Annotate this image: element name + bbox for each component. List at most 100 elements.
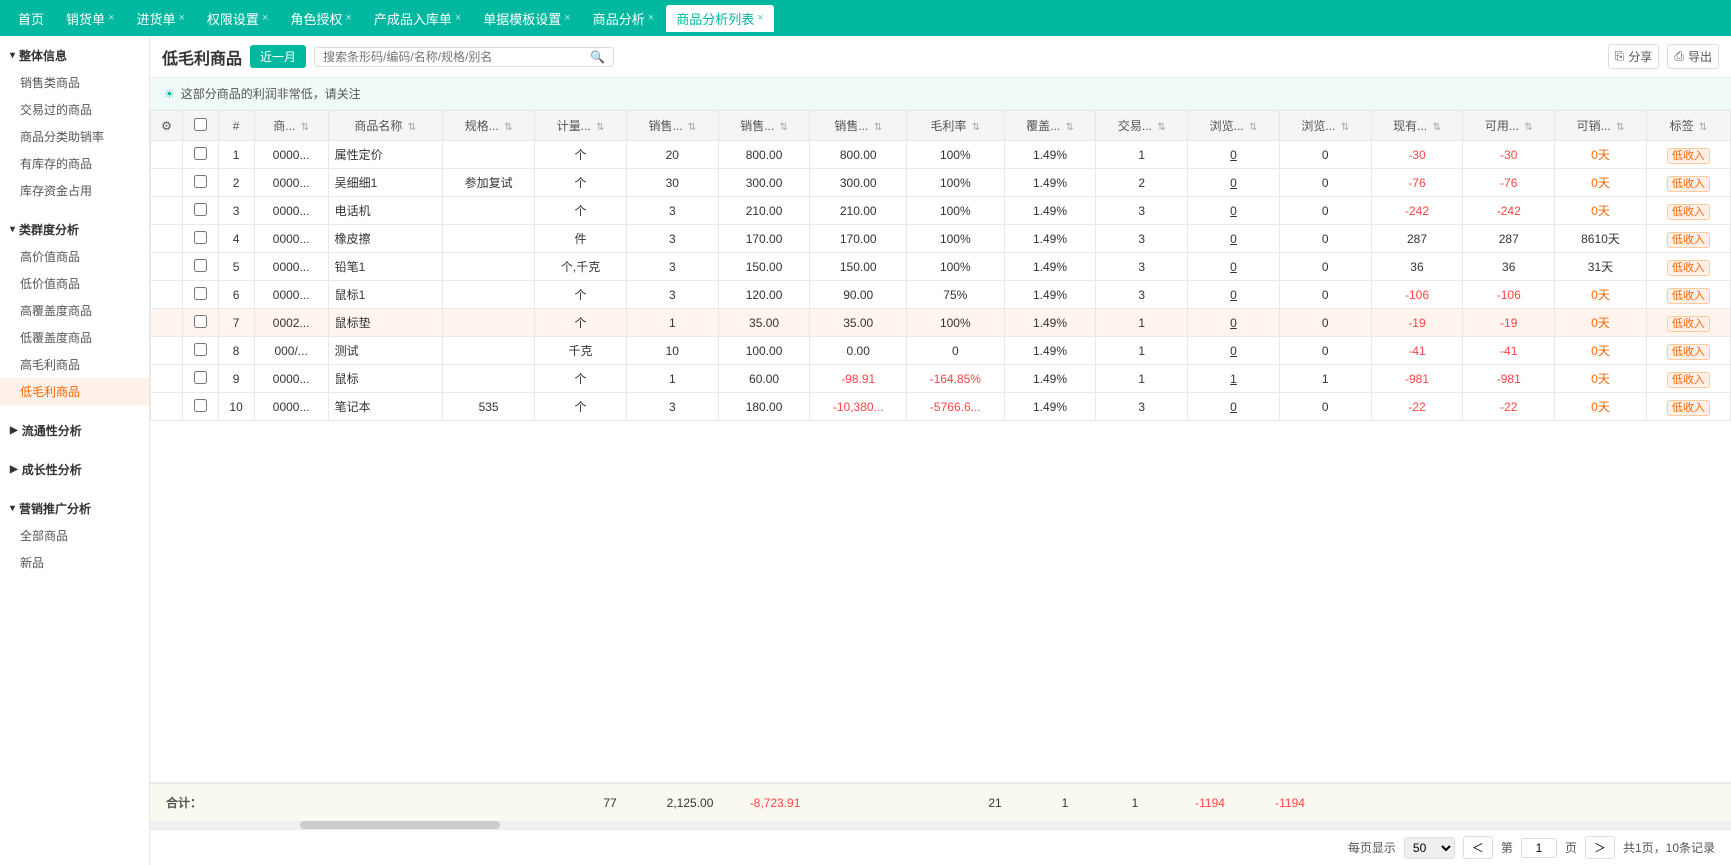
nav-roles[interactable]: 角色授权 × <box>280 5 361 32</box>
row-checkbox[interactable] <box>182 225 218 253</box>
row-checkbox[interactable] <box>182 169 218 197</box>
page-input[interactable] <box>1521 838 1557 858</box>
row-select-checkbox[interactable] <box>194 147 207 160</box>
row-select-checkbox[interactable] <box>194 259 207 272</box>
row-view1[interactable]: 0 <box>1188 337 1280 365</box>
sidebar-item-category-rate[interactable]: 商品分类助销率 <box>0 123 149 150</box>
sidebar-item-high-coverage[interactable]: 高覆盖度商品 <box>0 297 149 324</box>
row-view1[interactable]: 0 <box>1188 281 1280 309</box>
time-filter-button[interactable]: 近一月 <box>250 45 306 68</box>
export-button[interactable]: ⎙ 导出 <box>1667 44 1719 69</box>
row-checkbox[interactable] <box>182 197 218 225</box>
share-button[interactable]: ⎘ 分享 <box>1608 44 1660 69</box>
sidebar-item-sales-products[interactable]: 销售类商品 <box>0 69 149 96</box>
scrollbar-thumb[interactable] <box>300 821 500 829</box>
row-select-checkbox[interactable] <box>194 315 207 328</box>
nav-close-roles[interactable]: × <box>345 12 351 24</box>
col-sales-amount[interactable]: 销售... ⇅ <box>810 111 907 141</box>
horizontal-scrollbar[interactable] <box>150 821 1731 829</box>
row-name[interactable]: 笔记本 <box>328 393 442 421</box>
next-page-button[interactable]: ＞ <box>1585 836 1615 859</box>
nav-close-production[interactable]: × <box>455 12 461 24</box>
sidebar-item-traded[interactable]: 交易过的商品 <box>0 96 149 123</box>
col-view1[interactable]: 浏览... ⇅ <box>1188 111 1280 141</box>
row-checkbox[interactable] <box>182 253 218 281</box>
row-name[interactable]: 橡皮擦 <box>328 225 442 253</box>
row-checkbox[interactable] <box>182 365 218 393</box>
sidebar-item-new-products[interactable]: 新品 <box>0 549 149 576</box>
sidebar-item-all-products[interactable]: 全部商品 <box>0 522 149 549</box>
sidebar-item-low-margin[interactable]: 低毛利商品 <box>0 378 149 405</box>
sidebar-group-group[interactable]: ▾ 类群度分析 <box>0 216 149 243</box>
sidebar-item-in-stock[interactable]: 有库存的商品 <box>0 150 149 177</box>
nav-home[interactable]: 首页 <box>8 5 54 32</box>
sidebar-item-high-margin[interactable]: 高毛利商品 <box>0 351 149 378</box>
nav-sales[interactable]: 销货单 × <box>56 5 124 32</box>
sidebar-group-flow[interactable]: ▶ 流通性分析 <box>0 417 149 444</box>
col-code[interactable]: 商... ⇅ <box>254 111 328 141</box>
row-view1[interactable]: 0 <box>1188 197 1280 225</box>
nav-close-analysis[interactable]: × <box>648 12 654 24</box>
nav-close-purchase[interactable]: × <box>178 12 184 24</box>
row-view1[interactable]: 1 <box>1188 365 1280 393</box>
sidebar-group-overview[interactable]: ▾ 整体信息 <box>0 42 149 69</box>
prev-page-button[interactable]: ＜ <box>1463 836 1493 859</box>
row-name[interactable]: 属性定价 <box>328 141 442 169</box>
sidebar-item-low-coverage[interactable]: 低覆盖度商品 <box>0 324 149 351</box>
col-view2[interactable]: 浏览... ⇅ <box>1279 111 1371 141</box>
row-view1[interactable]: 0 <box>1188 169 1280 197</box>
table-wrapper[interactable]: ⚙ # 商... ⇅ 商品名称 ⇅ 规格... ⇅ 计量... ⇅ 销售... … <box>150 110 1731 782</box>
row-name[interactable]: 鼠标 <box>328 365 442 393</box>
row-select-checkbox[interactable] <box>194 287 207 300</box>
col-current[interactable]: 现有... ⇅ <box>1371 111 1463 141</box>
nav-permissions[interactable]: 权限设置 × <box>197 5 278 32</box>
col-available[interactable]: 可用... ⇅ <box>1463 111 1555 141</box>
nav-close-template[interactable]: × <box>564 12 570 24</box>
row-view1[interactable]: 0 <box>1188 253 1280 281</box>
nav-close-sales[interactable]: × <box>108 12 114 24</box>
col-spec[interactable]: 规格... ⇅ <box>442 111 534 141</box>
page-size-select[interactable]: 50 100 200 <box>1404 837 1455 859</box>
row-checkbox[interactable] <box>182 281 218 309</box>
nav-analysis-list[interactable]: 商品分析列表 × <box>666 5 773 32</box>
row-select-checkbox[interactable] <box>194 399 207 412</box>
row-name[interactable]: 鼠标垫 <box>328 309 442 337</box>
row-name[interactable]: 测试 <box>328 337 442 365</box>
col-tag[interactable]: 标签 ⇅ <box>1646 111 1730 141</box>
nav-template[interactable]: 单据模板设置 × <box>473 5 580 32</box>
row-name[interactable]: 电话机 <box>328 197 442 225</box>
col-gross-rate[interactable]: 毛利率 ⇅ <box>906 111 1004 141</box>
nav-close-permissions[interactable]: × <box>262 12 268 24</box>
row-checkbox[interactable] <box>182 309 218 337</box>
row-select-checkbox[interactable] <box>194 343 207 356</box>
row-checkbox[interactable] <box>182 393 218 421</box>
col-settings[interactable]: ⚙ <box>151 111 183 141</box>
row-checkbox[interactable] <box>182 141 218 169</box>
row-select-checkbox[interactable] <box>194 371 207 384</box>
col-unit[interactable]: 计量... ⇅ <box>535 111 627 141</box>
search-icon[interactable]: 🔍 <box>590 50 605 64</box>
row-view1[interactable]: 0 <box>1188 225 1280 253</box>
row-view1[interactable]: 0 <box>1188 393 1280 421</box>
row-view1[interactable]: 0 <box>1188 141 1280 169</box>
col-coverage[interactable]: 覆盖... ⇅ <box>1004 111 1096 141</box>
nav-analysis[interactable]: 商品分析 × <box>583 5 664 32</box>
sidebar-item-stock-capital[interactable]: 库存资金占用 <box>0 177 149 204</box>
row-checkbox[interactable] <box>182 337 218 365</box>
nav-production[interactable]: 产成品入库单 × <box>364 5 471 32</box>
row-select-checkbox[interactable] <box>194 203 207 216</box>
col-sales-price[interactable]: 销售... ⇅ <box>718 111 810 141</box>
col-name[interactable]: 商品名称 ⇅ <box>328 111 442 141</box>
col-sales-qty[interactable]: 销售... ⇅ <box>626 111 718 141</box>
row-name[interactable]: 吴细细1 <box>328 169 442 197</box>
nav-close-analysis-list[interactable]: × <box>757 12 763 24</box>
row-name[interactable]: 鼠标1 <box>328 281 442 309</box>
col-saleable[interactable]: 可销... ⇅ <box>1555 111 1647 141</box>
select-all-checkbox[interactable] <box>194 118 207 131</box>
col-trade[interactable]: 交易... ⇅ <box>1096 111 1188 141</box>
sidebar-item-low-value[interactable]: 低价值商品 <box>0 270 149 297</box>
row-name[interactable]: 铅笔1 <box>328 253 442 281</box>
search-input[interactable] <box>323 50 590 64</box>
row-view1[interactable]: 0 <box>1188 309 1280 337</box>
sidebar-group-marketing[interactable]: ▾ 营销推广分析 <box>0 495 149 522</box>
